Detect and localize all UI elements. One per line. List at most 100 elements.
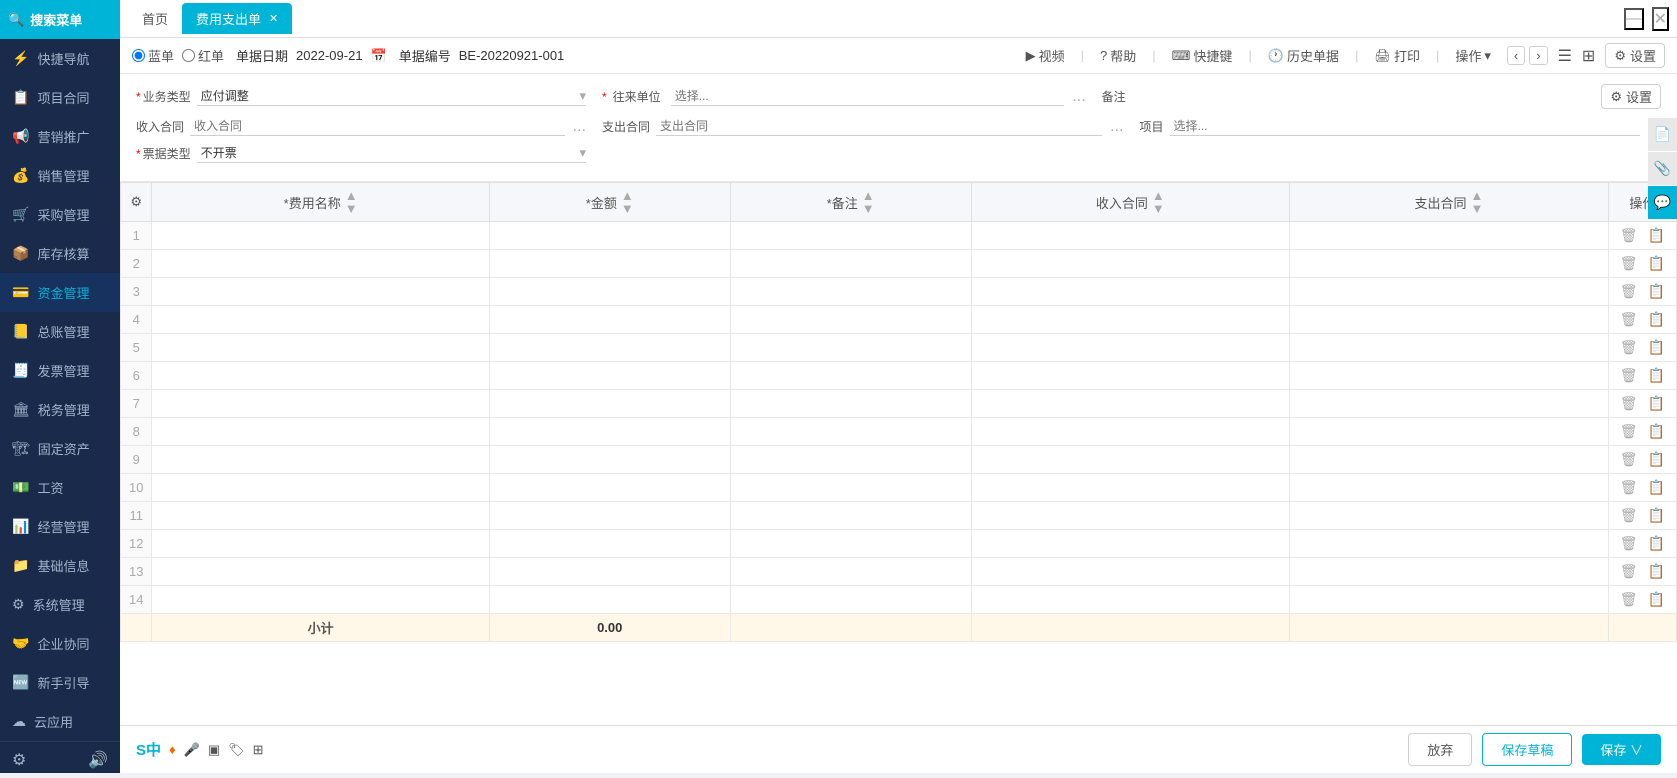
volume-footer-icon[interactable]: 🔊 [88,750,108,770]
sidebar-item-sales-promotion[interactable]: 📢 营销推广 [0,117,120,156]
note-cell[interactable] [730,334,971,362]
note-cell[interactable] [730,474,971,502]
form-settings-button[interactable]: ⚙ 设置 [1601,84,1661,109]
float-document-button[interactable]: 📄 [1648,118,1677,151]
expense-contract-cell[interactable] [1290,502,1609,530]
amount-cell[interactable] [489,446,730,474]
amount-cell[interactable] [489,334,730,362]
invoice-type-select-wrapper[interactable]: 不开票 ▾ [197,144,586,163]
row-delete-button[interactable]: 🗑 [1617,562,1641,581]
expense-contract-cell[interactable] [1290,474,1609,502]
settings-footer-icon[interactable]: ⚙ [12,750,26,770]
tab-expense-bill[interactable]: 费用支出单 ✕ [182,3,292,34]
expense-name-cell[interactable] [152,474,489,502]
expense-contract-cell[interactable] [1290,250,1609,278]
note-cell[interactable] [730,446,971,474]
note-cell[interactable] [730,418,971,446]
amount-cell[interactable] [489,222,730,250]
note-cell[interactable] [730,530,971,558]
help-button[interactable]: ? 帮助 [1094,44,1142,67]
project-input[interactable] [1170,117,1640,136]
list-view-icon[interactable]: ☰ [1558,46,1572,66]
expense-name-cell[interactable] [152,418,489,446]
tab-close-icon[interactable]: ✕ [269,12,278,25]
sidebar-item-fixed-assets[interactable]: 🏗 固定资产 [0,429,120,468]
expense-contract-cell[interactable] [1290,586,1609,614]
row-delete-button[interactable]: 🗑 [1617,226,1641,245]
income-contract-cell[interactable] [971,502,1290,530]
grid-view-icon[interactable]: ⊞ [1582,46,1595,66]
sidebar-item-cloud-apps[interactable]: ☁ 云应用 [0,702,120,741]
payee-more-icon[interactable]: ... [1072,88,1085,106]
row-delete-button[interactable]: 🗑 [1617,450,1641,469]
blue-bill-radio[interactable]: 蓝单 [132,46,174,65]
sidebar-item-sales-mgmt[interactable]: 💰 销售管理 [0,156,120,195]
table-gear-icon[interactable]: ⚙ [130,194,142,209]
amount-cell[interactable] [489,502,730,530]
expense-contract-cell[interactable] [1290,334,1609,362]
income-contract-cell[interactable] [971,530,1290,558]
table-header-income-contract[interactable]: 收入合同 ▲▼ [971,183,1290,222]
amount-cell[interactable] [489,362,730,390]
sidebar-item-system-mgmt[interactable]: ⚙ 系统管理 [0,585,120,624]
note-cell[interactable] [730,390,971,418]
income-contract-cell[interactable] [971,446,1290,474]
sidebar-item-general-ledger[interactable]: 📒 总账管理 [0,312,120,351]
income-contract-cell[interactable] [971,586,1290,614]
payee-input[interactable] [671,87,1065,106]
expense-contract-cell[interactable] [1290,278,1609,306]
expense-name-cell[interactable] [152,278,489,306]
sidebar-item-capital-mgmt[interactable]: 💳 资金管理 [0,273,120,312]
expense-name-cell[interactable] [152,530,489,558]
amount-cell[interactable] [489,530,730,558]
row-copy-button[interactable]: 📋 [1645,226,1668,245]
amount-cell[interactable] [489,306,730,334]
row-delete-button[interactable]: 🗑 [1617,338,1641,357]
row-delete-button[interactable]: 🗑 [1617,590,1641,609]
sidebar-item-salary[interactable]: 💵 工资 [0,468,120,507]
expense-name-cell[interactable] [152,250,489,278]
expense-name-cell[interactable] [152,306,489,334]
float-chat-button[interactable]: 💬 [1648,186,1677,219]
business-type-select[interactable]: 应付调整 [197,87,580,105]
expense-contract-cell[interactable] [1290,362,1609,390]
expense-contract-cell[interactable] [1290,558,1609,586]
expense-contract-cell[interactable] [1290,306,1609,334]
income-contract-cell[interactable] [971,558,1290,586]
income-contract-cell[interactable] [971,334,1290,362]
amount-cell[interactable] [489,474,730,502]
expense-name-cell[interactable] [152,390,489,418]
expense-name-cell[interactable] [152,586,489,614]
nav-next-button[interactable]: › [1529,46,1547,65]
income-contract-cell[interactable] [971,278,1290,306]
row-copy-button[interactable]: 📋 [1645,310,1668,329]
row-copy-button[interactable]: 📋 [1645,590,1668,609]
income-contract-cell[interactable] [971,306,1290,334]
expense-name-cell[interactable] [152,222,489,250]
table-header-expense-name[interactable]: *费用名称 ▲▼ [152,183,489,222]
operation-button[interactable]: 操作 ▾ [1449,44,1497,67]
row-delete-button[interactable]: 🗑 [1617,254,1641,273]
sidebar-item-operations-mgmt[interactable]: 📊 经营管理 [0,507,120,546]
calendar-icon[interactable]: 📅 [371,48,387,64]
expense-contract-cell[interactable] [1290,390,1609,418]
row-delete-button[interactable]: 🗑 [1617,478,1641,497]
sidebar-item-basic-info[interactable]: 📁 基础信息 [0,546,120,585]
table-header-expense-contract[interactable]: 支出合同 ▲▼ [1290,183,1609,222]
invoice-type-select[interactable]: 不开票 [197,144,580,162]
video-button[interactable]: ▶ 视频 [1020,44,1071,67]
income-contract-cell[interactable] [971,390,1290,418]
note-cell[interactable] [730,502,971,530]
amount-cell[interactable] [489,418,730,446]
expense-contract-cell[interactable] [1290,418,1609,446]
expense-contract-cell[interactable] [1290,530,1609,558]
expense-name-cell[interactable] [152,558,489,586]
income-contract-cell[interactable] [971,222,1290,250]
sidebar-item-enterprise-collab[interactable]: 🤝 企业协同 [0,624,120,663]
row-delete-button[interactable]: 🗑 [1617,310,1641,329]
row-delete-button[interactable]: 🗑 [1617,534,1641,553]
amount-cell[interactable] [489,558,730,586]
row-copy-button[interactable]: 📋 [1645,422,1668,441]
expense-contract-more-icon[interactable]: ... [1110,118,1123,136]
float-attachment-button[interactable]: 📎 [1648,152,1677,185]
